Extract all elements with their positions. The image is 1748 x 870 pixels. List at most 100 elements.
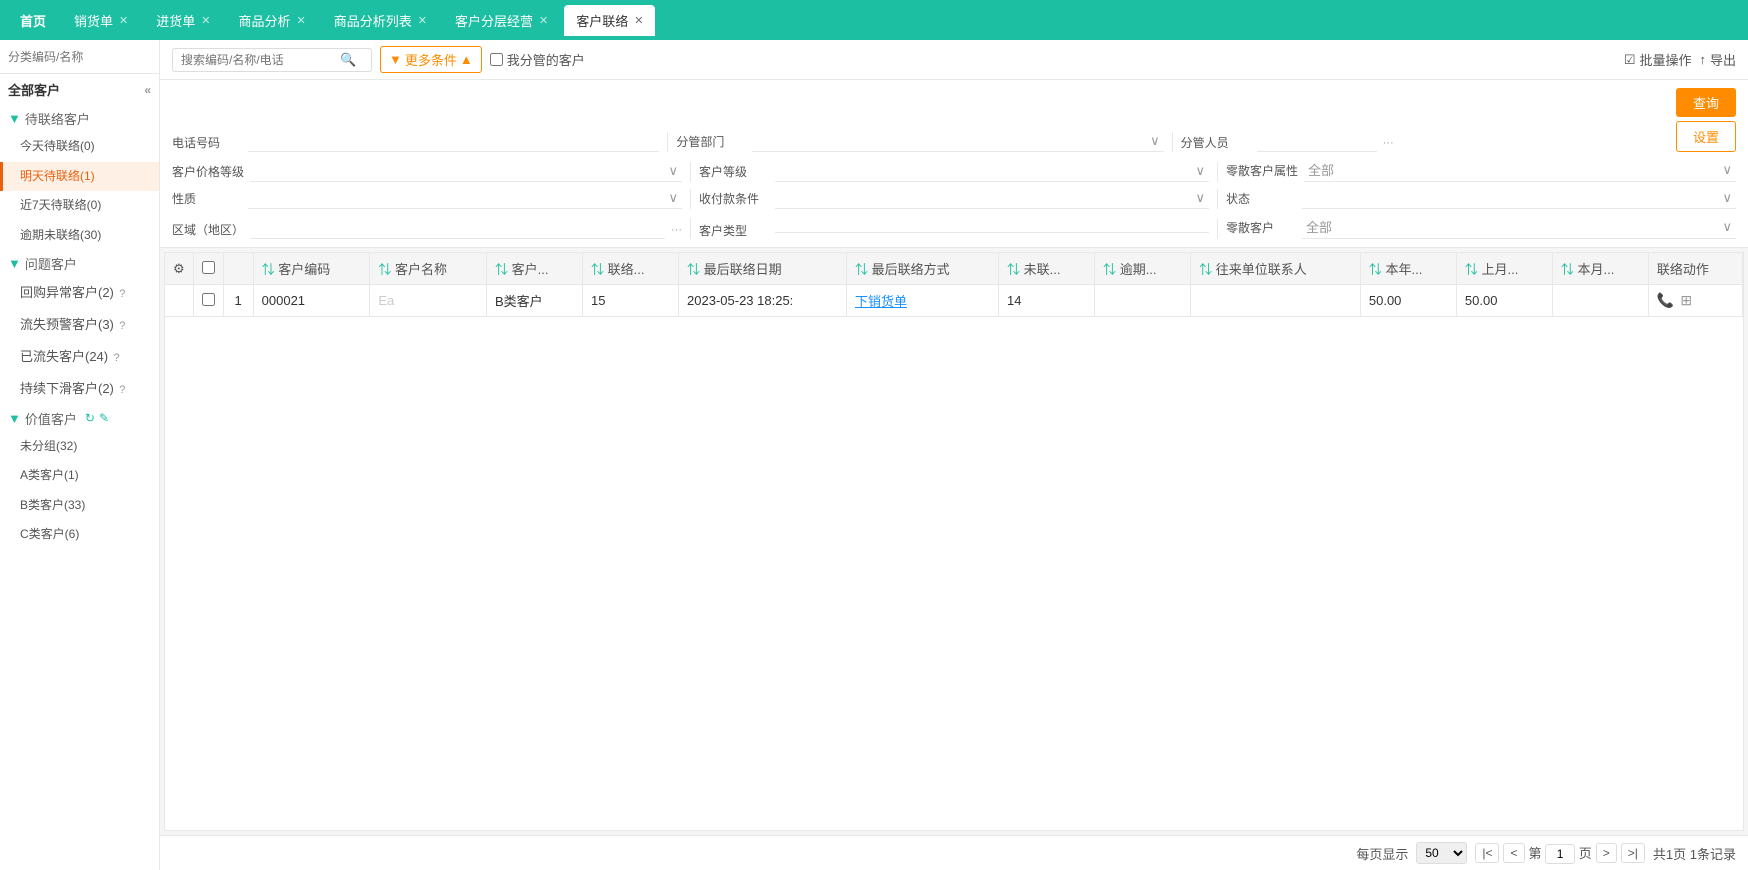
- problem-group-title[interactable]: ▼ 问题客户: [0, 250, 159, 277]
- filter-payment-select[interactable]: ∨: [775, 188, 1209, 209]
- sidebar-item-tomorrow-pending[interactable]: 明天待联络(1): [0, 162, 159, 192]
- pending-group-title[interactable]: ▼ 待联络客户: [0, 105, 159, 132]
- manager-more-icon[interactable]: ···: [1383, 137, 1394, 149]
- filter-retail-customer-label: 零散客户: [1226, 219, 1296, 236]
- col-this-month[interactable]: ⇅ 本月...: [1552, 253, 1648, 285]
- region-more-icon[interactable]: ···: [671, 224, 682, 236]
- main-search-icon[interactable]: 🔍: [340, 52, 356, 68]
- prev-page-btn[interactable]: <: [1503, 843, 1524, 863]
- col-customer-name[interactable]: ⇅ 客户名称: [370, 253, 487, 285]
- sidebar-item-class-a[interactable]: A类客户(1): [0, 461, 159, 491]
- close-product-analysis-list-icon[interactable]: ✕: [418, 14, 427, 27]
- filter-price-level-select[interactable]: ∨: [250, 161, 682, 182]
- col-customer-code[interactable]: ⇅ 客户编码: [253, 253, 370, 285]
- help-icon-repurchase[interactable]: ?: [119, 288, 125, 300]
- select-all-checkbox[interactable]: [202, 261, 215, 274]
- sort-icon-unit: ⇅: [1199, 262, 1212, 277]
- sidebar-item-class-c[interactable]: C类客户(6): [0, 520, 159, 550]
- more-conditions-btn[interactable]: ▼ 更多条件 ▲: [380, 46, 482, 73]
- nav-purchase[interactable]: 进货单 ✕: [144, 5, 222, 36]
- gear-icon[interactable]: ⚙: [173, 261, 185, 276]
- filter-customer-type-select[interactable]: [775, 228, 1209, 233]
- sidebar-item-overdue-pending[interactable]: 逾期未联络(30): [0, 221, 159, 251]
- close-customer-tier-icon[interactable]: ✕: [539, 14, 548, 27]
- page-number-input[interactable]: [1545, 844, 1575, 864]
- help-icon-churn-warning[interactable]: ?: [119, 320, 125, 332]
- all-customers-header[interactable]: 全部客户 «: [0, 74, 159, 105]
- close-purchase-icon[interactable]: ✕: [201, 14, 210, 27]
- sidebar-item-churned[interactable]: 已流失客户(24) ?: [0, 341, 159, 373]
- help-icon-churned[interactable]: ?: [113, 352, 119, 364]
- col-last-contact-date[interactable]: ⇅ 最后联络日期: [679, 253, 847, 285]
- sidebar-item-ungrouped[interactable]: 未分组(32): [0, 432, 159, 462]
- filter-phone-input[interactable]: [248, 133, 659, 152]
- per-page-label: 每页显示: [1356, 844, 1408, 863]
- all-customers-label: 全部客户: [8, 80, 60, 99]
- col-this-year[interactable]: ⇅ 本年...: [1360, 253, 1456, 285]
- filter-phone-field: 电话号码: [172, 133, 659, 152]
- chevron-down-icon-level: ∨: [1195, 163, 1205, 179]
- col-last-month[interactable]: ⇅ 上月...: [1456, 253, 1552, 285]
- my-customers-checkbox[interactable]: [490, 53, 503, 66]
- first-page-btn[interactable]: |<: [1475, 843, 1499, 863]
- col-no-contact[interactable]: ⇅ 未联...: [999, 253, 1095, 285]
- main-search-input[interactable]: [181, 53, 336, 67]
- close-sales-icon[interactable]: ✕: [119, 14, 128, 27]
- action-grid-icon[interactable]: ⊞: [1680, 292, 1692, 309]
- close-customer-contact-icon[interactable]: ✕: [634, 14, 643, 27]
- last-page-btn[interactable]: >|: [1621, 843, 1645, 863]
- next-page-btn[interactable]: >: [1596, 843, 1617, 863]
- value-group-edit-icon[interactable]: ✎: [99, 411, 109, 425]
- export-label: 导出: [1710, 50, 1736, 69]
- nav-home[interactable]: 首页: [8, 5, 58, 36]
- sidebar-item-declining[interactable]: 持续下滑客户(2) ?: [0, 373, 159, 405]
- value-group-refresh-icon[interactable]: ↻: [85, 411, 95, 425]
- filter-payment-label: 收付款条件: [699, 190, 769, 207]
- nav-customer-contact[interactable]: 客户联络 ✕: [564, 5, 655, 36]
- col-overdue[interactable]: ⇅ 逾期...: [1095, 253, 1191, 285]
- filter-nature-select[interactable]: ∨: [248, 188, 682, 209]
- filter-retail-attr-select[interactable]: 全部 ∨: [1304, 158, 1736, 182]
- nav-product-analysis[interactable]: 商品分析 ✕: [226, 5, 317, 36]
- settings-button[interactable]: 设置: [1676, 121, 1736, 152]
- filter-dept-select[interactable]: ∨: [752, 131, 1163, 152]
- filter-status-select[interactable]: ∨: [1302, 188, 1736, 209]
- filter-region-input[interactable]: [250, 220, 665, 239]
- col-last-contact-method[interactable]: ⇅ 最后联络方式: [846, 253, 998, 285]
- filter-manager-input[interactable]: [1257, 133, 1377, 152]
- row-customer-name: Ea: [370, 285, 487, 317]
- col-customer-type[interactable]: ⇅ 客户...: [487, 253, 583, 285]
- sidebar-item-today-pending[interactable]: 今天待联络(0): [0, 132, 159, 162]
- chevron-up-icon: ▲: [460, 52, 473, 67]
- export-btn[interactable]: ↑ 导出: [1699, 50, 1736, 69]
- chevron-down-icon-retail-attr: ∨: [1722, 162, 1732, 178]
- action-phone-icon[interactable]: 📞: [1657, 292, 1674, 309]
- batch-ops-btn[interactable]: ☑ 批量操作: [1624, 50, 1692, 69]
- sidebar-item-churn-warning[interactable]: 流失预警客户(3) ?: [0, 309, 159, 341]
- col-unit-contact[interactable]: ⇅ 往来单位联系人: [1191, 253, 1361, 285]
- help-icon-declining[interactable]: ?: [119, 384, 125, 396]
- row-select-checkbox[interactable]: [202, 293, 215, 306]
- row-last-month: 50.00: [1456, 285, 1552, 317]
- sort-icon-overdue: ⇅: [1103, 262, 1116, 277]
- filter-retail-customer-select[interactable]: 全部 ∨: [1302, 215, 1736, 239]
- filter-customer-level-select[interactable]: ∨: [775, 161, 1209, 182]
- close-product-analysis-icon[interactable]: ✕: [297, 14, 306, 27]
- col-contact-count[interactable]: ⇅ 联络...: [583, 253, 679, 285]
- per-page-select[interactable]: 50 100 200: [1416, 842, 1467, 864]
- value-group-title[interactable]: ▼ 价值客户 ↻ ✎: [0, 405, 159, 432]
- row-gear: [165, 285, 193, 317]
- filter-bar: 🔍 ▼ 更多条件 ▲ 我分管的客户 ☑ 批量操作 ↑ 导出: [160, 40, 1748, 80]
- nav-product-analysis-list[interactable]: 商品分析列表 ✕: [322, 5, 439, 36]
- page-info: 第 页: [1529, 843, 1592, 864]
- query-button[interactable]: 查询: [1676, 88, 1736, 117]
- sidebar-item-class-b[interactable]: B类客户(33): [0, 491, 159, 521]
- nav-customer-tier[interactable]: 客户分层经营 ✕: [443, 5, 560, 36]
- sidebar-search-input[interactable]: [8, 50, 160, 64]
- sidebar-item-repurchase-abnormal[interactable]: 回购异常客户(2) ?: [0, 277, 159, 309]
- row-num: 1: [223, 285, 253, 317]
- last-contact-method-link[interactable]: 下销货单: [855, 294, 907, 309]
- nav-sales[interactable]: 销货单 ✕: [62, 5, 140, 36]
- sidebar-item-week-pending[interactable]: 近7天待联络(0): [0, 191, 159, 221]
- my-customers-toggle[interactable]: 我分管的客户: [490, 50, 585, 69]
